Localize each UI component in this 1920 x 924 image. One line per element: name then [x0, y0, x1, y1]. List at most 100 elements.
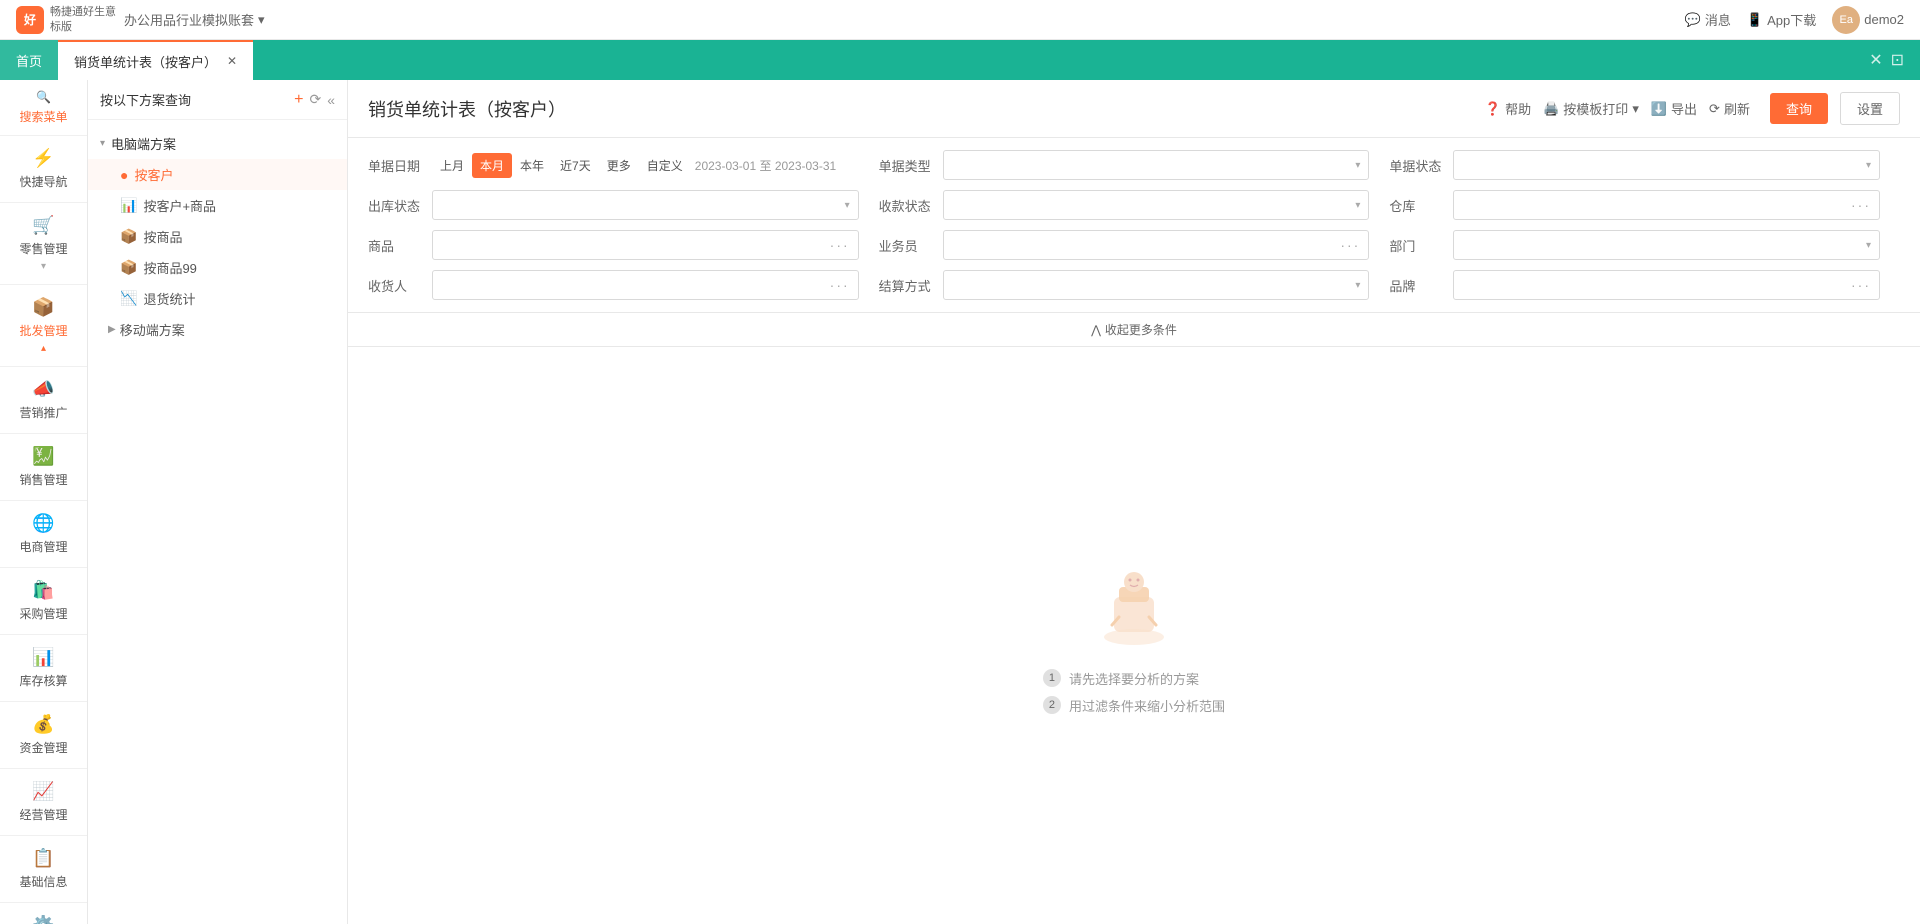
search-menu-icon: 🔍	[36, 90, 51, 104]
retail-mgmt-icon: 🛒	[32, 215, 54, 236]
tree-item-by-customer[interactable]: ● 按客户	[88, 159, 347, 190]
date-btn-more[interactable]: 更多	[599, 153, 639, 178]
refresh-icon: ⟳	[1709, 101, 1720, 117]
tree-item-by-goods-99[interactable]: 📦 按商品99	[88, 252, 347, 283]
purchase-icon: 🛍️	[32, 580, 54, 601]
hint-num-2: 2	[1043, 696, 1061, 714]
empty-illustration	[1084, 557, 1184, 657]
tab-sales-stats[interactable]: 销货单统计表（按客户） ✕	[58, 40, 253, 80]
warehouse-input[interactable]: ···	[1453, 190, 1880, 220]
doc-status-label: 单据状态	[1389, 156, 1445, 175]
sidebar-item-sales-mgmt[interactable]: 💹 销售管理	[0, 434, 87, 501]
collapse-up-icon: ⋀	[1091, 323, 1101, 337]
user-area[interactable]: Ea demo2	[1832, 6, 1904, 34]
query-btn[interactable]: 查询	[1770, 93, 1828, 124]
tab-close-window-btn[interactable]: ✕	[1869, 50, 1882, 70]
industry-selector[interactable]: 办公用品行业模拟账套 ▾	[124, 10, 265, 29]
customer-goods-icon: 📊	[120, 197, 137, 214]
scheme-collapse-btn[interactable]: «	[327, 92, 335, 108]
filter-dept: 部门 ▾	[1389, 230, 1900, 260]
warehouse-dots-icon: ···	[1851, 197, 1871, 213]
sidebar-item-wholesale-mgmt[interactable]: 📦 批发管理 ▴	[0, 285, 87, 367]
collapse-label: 收起更多条件	[1105, 321, 1177, 338]
brand-input[interactable]: ···	[1453, 270, 1880, 300]
tree-item-return-stats-label: 退货统计	[143, 289, 195, 308]
tree-group-mobile-header[interactable]: ▶ 移动端方案	[88, 314, 347, 345]
filter-collect-status: 收款状态 ▾	[879, 190, 1390, 220]
operation-icon: 📈	[32, 781, 54, 802]
tab-home[interactable]: 首页	[0, 40, 58, 80]
sidebar-item-inventory-check[interactable]: 📊 库存核算	[0, 635, 87, 702]
date-btn-last-month[interactable]: 上月	[432, 153, 472, 178]
date-btn-last-7-days[interactable]: 近7天	[552, 153, 599, 178]
template-print-btn[interactable]: 🖨️ 按模板打印 ▾	[1543, 99, 1639, 118]
page-actions: ❓ 帮助 🖨️ 按模板打印 ▾ ⬇️ 导出 ⟳ 刷新	[1485, 92, 1900, 125]
salesperson-input[interactable]: ···	[943, 230, 1370, 260]
tab-close-btn[interactable]: ✕	[227, 54, 237, 68]
refresh-btn[interactable]: ⟳ 刷新	[1709, 99, 1750, 118]
export-btn[interactable]: ⬇️ 导出	[1651, 99, 1697, 118]
tree-item-by-goods[interactable]: 📦 按商品	[88, 221, 347, 252]
tab-maximize-btn[interactable]: ⊡	[1891, 50, 1904, 70]
logo-text: 畅捷通好生意 标版	[50, 5, 116, 34]
tree-item-by-customer-goods[interactable]: 📊 按客户+商品	[88, 190, 347, 221]
receiver-input[interactable]: ···	[432, 270, 859, 300]
tree-item-by-goods-label: 按商品	[143, 227, 182, 246]
sidebar-item-marketing[interactable]: 📣 营销推广	[0, 367, 87, 434]
basic-info-icon: 📋	[32, 848, 54, 869]
settle-method-chevron-icon: ▾	[1355, 280, 1360, 291]
page-title: 销货单统计表（按客户）	[368, 96, 566, 122]
help-btn[interactable]: ❓ 帮助	[1485, 99, 1531, 118]
tree-item-by-goods-99-label: 按商品99	[143, 258, 196, 277]
sidebar-item-basic-info[interactable]: 📋 基础信息	[0, 836, 87, 903]
sidebar: 🔍 搜索菜单 ⚡ 快捷导航 🛒 零售管理 ▾ 📦 批发管理 ▴ 📣 营销推广 💹…	[0, 80, 88, 924]
settle-method-label: 结算方式	[879, 276, 935, 295]
doc-type-select[interactable]: ▾	[943, 150, 1370, 180]
sidebar-item-quick-nav[interactable]: ⚡ 快捷导航	[0, 136, 87, 203]
filter-area: 单据日期 上月 本月 本年 近7天 更多 自定义 2023-03-01 至 20…	[348, 138, 1920, 313]
hint-num-1: 1	[1043, 669, 1061, 687]
quick-nav-icon: ⚡	[32, 148, 54, 169]
dept-select[interactable]: ▾	[1453, 230, 1880, 260]
out-status-select[interactable]: ▾	[432, 190, 859, 220]
collect-status-select[interactable]: ▾	[943, 190, 1370, 220]
app-download-btn[interactable]: 📱 App下载	[1747, 10, 1816, 29]
tree-group-desktop-label: 电脑端方案	[111, 134, 176, 153]
message-btn[interactable]: 💬 消息	[1685, 10, 1731, 29]
filter-salesperson: 业务员 ···	[879, 230, 1390, 260]
sidebar-item-finance-mgmt[interactable]: 💰 资金管理	[0, 702, 87, 769]
tree-item-return-stats[interactable]: 📉 退货统计	[88, 283, 347, 314]
sidebar-item-search-menu[interactable]: 🔍 搜索菜单	[0, 80, 87, 136]
return-stats-icon: 📉	[120, 290, 137, 307]
tree-group-desktop: ▾ 电脑端方案 ● 按客户 📊 按客户+商品 📦 按商品	[88, 128, 347, 314]
header-right: 💬 消息 📱 App下载 Ea demo2	[1685, 6, 1904, 34]
settle-method-select[interactable]: ▾	[943, 270, 1370, 300]
scheme-refresh-btn[interactable]: ⟳	[309, 91, 321, 108]
sidebar-item-ecommerce-mgmt[interactable]: 🌐 电商管理	[0, 501, 87, 568]
setting-btn[interactable]: 设置	[1840, 92, 1900, 125]
goods-input[interactable]: ···	[432, 230, 859, 260]
date-btn-this-month[interactable]: 本月	[472, 153, 512, 178]
doc-status-chevron-icon: ▾	[1866, 160, 1871, 171]
filter-doc-type: 单据类型 ▾	[879, 150, 1390, 180]
sidebar-item-system-mgmt[interactable]: ⚙️ 系统管理	[0, 903, 87, 924]
doc-status-select[interactable]: ▾	[1453, 150, 1880, 180]
tree-group-mobile-label: 移动端方案	[120, 320, 185, 339]
scheme-panel: 按以下方案查询 + ⟳ « ▾ 电脑端方案 ● 按客户	[88, 80, 348, 924]
collapse-bar[interactable]: ⋀ 收起更多条件	[348, 313, 1920, 347]
tree-group-desktop-header[interactable]: ▾ 电脑端方案	[88, 128, 347, 159]
sidebar-item-retail-mgmt[interactable]: 🛒 零售管理 ▾	[0, 203, 87, 285]
date-btn-custom[interactable]: 自定义	[639, 153, 691, 178]
tab-bar-actions: ✕ ⊡	[1869, 50, 1920, 70]
sidebar-item-operation-mgmt[interactable]: 📈 经营管理	[0, 769, 87, 836]
export-icon: ⬇️	[1651, 101, 1667, 117]
salesperson-dots-icon: ···	[1340, 237, 1360, 253]
tree-item-by-customer-goods-label: 按客户+商品	[143, 196, 216, 215]
scheme-add-btn[interactable]: +	[294, 91, 303, 109]
filter-doc-status: 单据状态 ▾	[1389, 150, 1900, 180]
sidebar-item-purchase-mgmt[interactable]: 🛍️ 采购管理	[0, 568, 87, 635]
goods-icon: 📦	[120, 228, 137, 245]
content-area: 按以下方案查询 + ⟳ « ▾ 电脑端方案 ● 按客户	[88, 80, 1920, 924]
date-btn-this-year[interactable]: 本年	[512, 153, 552, 178]
empty-hint-2: 2 用过滤条件来缩小分析范围	[1043, 696, 1225, 715]
